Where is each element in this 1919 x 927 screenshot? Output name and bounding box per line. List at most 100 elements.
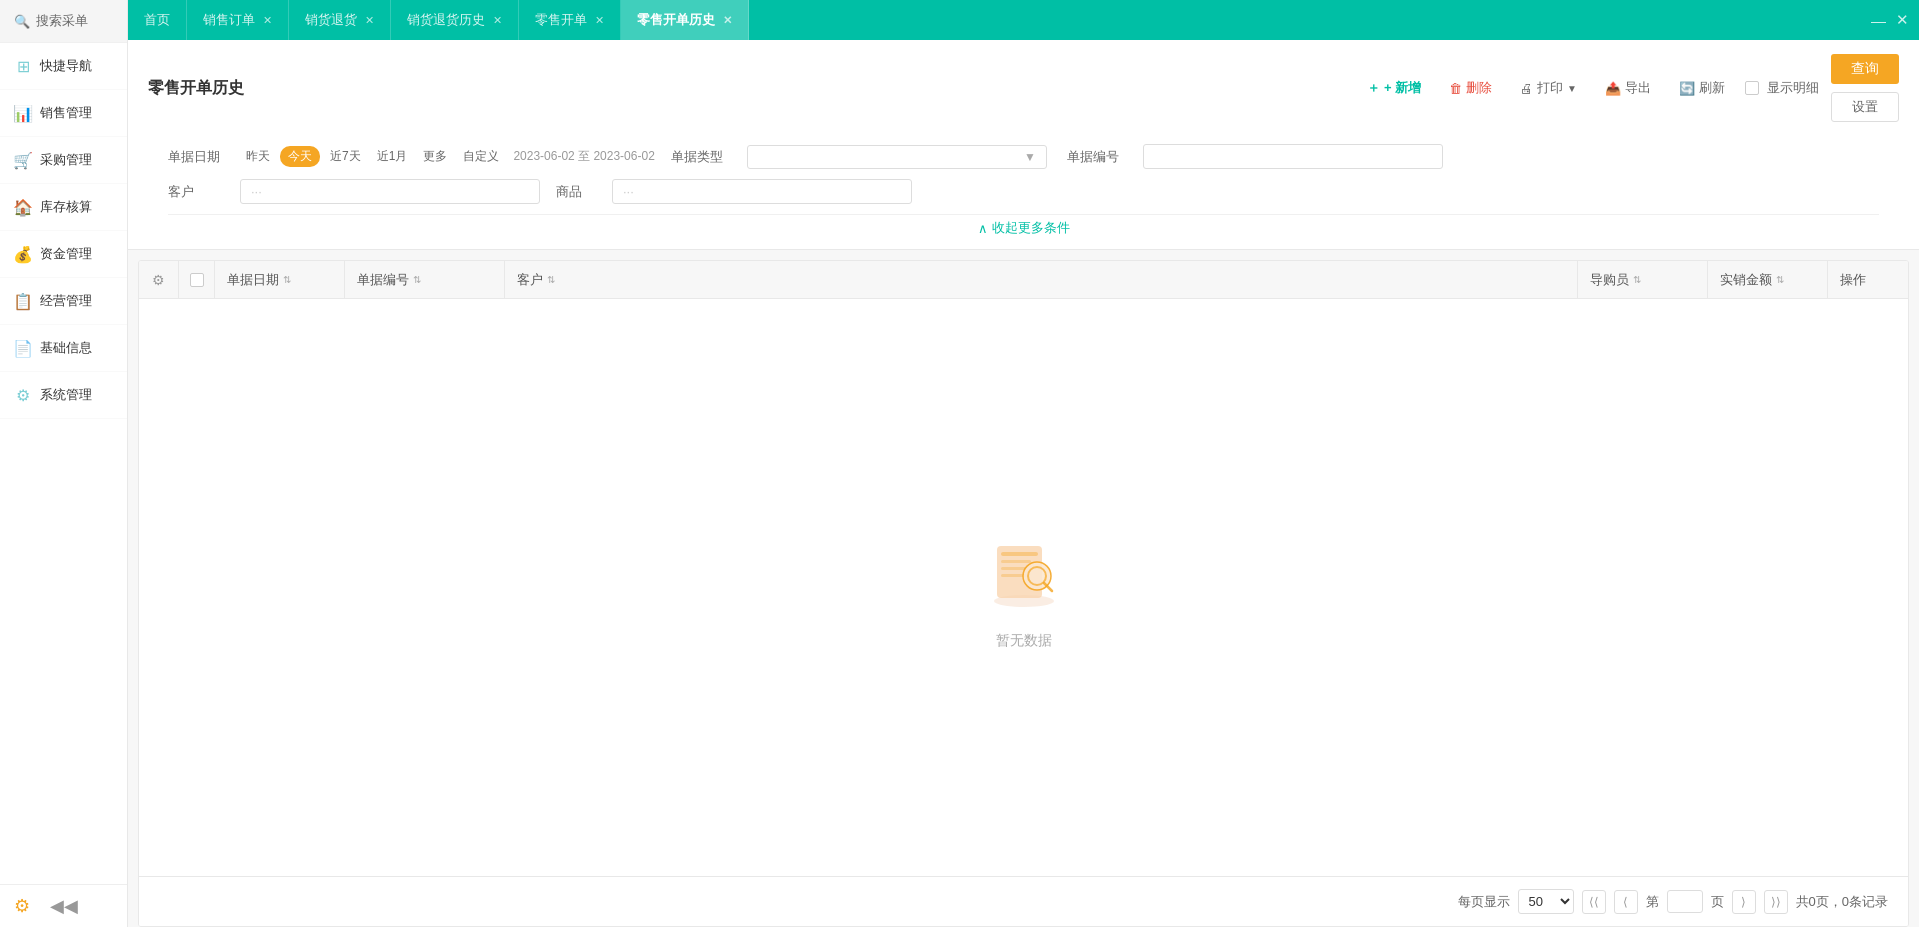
- inventory-icon: 🏠: [14, 198, 32, 216]
- date-btn-7days[interactable]: 近7天: [324, 146, 367, 167]
- delete-button[interactable]: 🗑 删除: [1441, 75, 1500, 101]
- doc-type-label: 单据类型: [671, 148, 727, 166]
- export-button[interactable]: 📤 导出: [1597, 75, 1659, 101]
- sidebar-item-inventory[interactable]: 🏠 库存核算: [0, 184, 127, 231]
- tab-sales-return-label: 销货退货: [305, 11, 357, 29]
- sidebar-item-label: 系统管理: [40, 386, 92, 404]
- toolbar-buttons: ＋ + 新增 🗑 删除 🖨 打印 ▼ 📤 导出: [1359, 54, 1899, 122]
- page-label-first: 第: [1646, 893, 1659, 911]
- base-icon: 📄: [14, 339, 32, 357]
- sidebar: 🔍 搜索采单 ⊞ 快捷导航 📊 销售管理 🛒 采购管理 🏠 库存核算 💰 资金管…: [0, 0, 128, 927]
- page-title: 零售开单历史: [148, 78, 244, 99]
- tab-sales-return-close[interactable]: ✕: [365, 14, 374, 27]
- th-num[interactable]: 单据编号 ⇅: [345, 261, 505, 298]
- sidebar-search[interactable]: 🔍 搜索采单: [0, 0, 127, 43]
- th-amount[interactable]: 实销金额 ⇅: [1708, 261, 1828, 298]
- settings-gear-icon[interactable]: ⚙: [14, 895, 30, 917]
- tab-sales-order-close[interactable]: ✕: [263, 14, 272, 27]
- print-dropdown-icon: ▼: [1567, 83, 1577, 94]
- total-info: 共0页，0条记录: [1796, 893, 1888, 911]
- print-button[interactable]: 🖨 打印 ▼: [1512, 75, 1585, 101]
- quick-nav-icon: ⊞: [14, 57, 32, 75]
- tab-retail-open-close[interactable]: ✕: [595, 14, 604, 27]
- add-button[interactable]: ＋ + 新增: [1359, 75, 1429, 101]
- show-detail-checkbox[interactable]: [1745, 81, 1759, 95]
- doc-num-input[interactable]: [1143, 144, 1443, 169]
- page-first-btn[interactable]: ⟨⟨: [1582, 890, 1606, 914]
- goods-input[interactable]: ···: [612, 179, 912, 204]
- sidebar-item-label: 库存核算: [40, 198, 92, 216]
- per-page-select[interactable]: 50 20 100: [1518, 889, 1574, 914]
- page-label: 页: [1711, 893, 1724, 911]
- sort-amount-icon: ⇅: [1776, 274, 1784, 285]
- window-minimize-icon[interactable]: —: [1871, 12, 1886, 29]
- customer-dots: ···: [251, 184, 262, 199]
- page-next-btn[interactable]: ⟩: [1732, 890, 1756, 914]
- table-area: ⚙ 单据日期 ⇅ 单据编号 ⇅ 客户 ⇅ 导购员 ⇅: [138, 260, 1909, 927]
- date-btn-today[interactable]: 今天: [280, 146, 320, 167]
- tab-retail-open-history[interactable]: 零售开单历史 ✕: [621, 0, 749, 40]
- filter-row-1: 单据日期 昨天 今天 近7天 近1月 更多 自定义 2023-06-02 至 2…: [168, 144, 1879, 169]
- pagination: 每页显示 50 20 100 ⟨⟨ ⟨ 第 1 页 ⟩ ⟩⟩ 共0页，0条记录: [139, 876, 1908, 926]
- show-detail-label: 显示明细: [1767, 79, 1819, 97]
- filter-row-2: 客户 ··· 商品 ···: [168, 179, 1879, 204]
- th-ops-label: 操作: [1840, 271, 1866, 289]
- th-date[interactable]: 单据日期 ⇅: [215, 261, 345, 298]
- column-settings-icon[interactable]: ⚙: [139, 261, 179, 298]
- filter-area: 单据日期 昨天 今天 近7天 近1月 更多 自定义 2023-06-02 至 2…: [148, 132, 1899, 249]
- empty-state: 暂无数据: [139, 299, 1908, 876]
- refresh-icon: 🔄: [1679, 81, 1695, 96]
- tab-sales-return-history[interactable]: 销货退货历史 ✕: [391, 0, 519, 40]
- doc-type-select[interactable]: ▼: [747, 145, 1047, 169]
- sidebar-item-sales-mgmt[interactable]: 📊 销售管理: [0, 90, 127, 137]
- sidebar-bottom: ⚙ ◀◀: [0, 884, 127, 927]
- tab-sales-return[interactable]: 销货退货 ✕: [289, 0, 391, 40]
- goods-dots: ···: [623, 184, 634, 199]
- svg-rect-2: [1001, 552, 1038, 556]
- sys-icon: ⚙: [14, 386, 32, 404]
- window-close-icon[interactable]: ✕: [1896, 11, 1909, 29]
- date-btn-more[interactable]: 更多: [417, 146, 453, 167]
- refresh-button[interactable]: 🔄 刷新: [1671, 75, 1733, 101]
- customer-input[interactable]: ···: [240, 179, 540, 204]
- tab-sales-return-history-close[interactable]: ✕: [493, 14, 502, 27]
- tab-home[interactable]: 首页: [128, 0, 187, 40]
- date-btn-yesterday[interactable]: 昨天: [240, 146, 276, 167]
- query-button[interactable]: 查询: [1831, 54, 1899, 84]
- settings-button[interactable]: 设置: [1831, 92, 1899, 122]
- sidebar-item-purchase-mgmt[interactable]: 🛒 采购管理: [0, 137, 127, 184]
- page-last-btn[interactable]: ⟩⟩: [1764, 890, 1788, 914]
- sidebar-item-quick-nav[interactable]: ⊞ 快捷导航: [0, 43, 127, 90]
- sidebar-item-sys-mgmt[interactable]: ⚙ 系统管理: [0, 372, 127, 419]
- tab-sales-return-history-label: 销货退货历史: [407, 11, 485, 29]
- header-checkbox[interactable]: [190, 273, 204, 287]
- doc-num-label: 单据编号: [1067, 148, 1123, 166]
- th-amount-label: 实销金额: [1720, 271, 1772, 289]
- page-prev-btn[interactable]: ⟨: [1614, 890, 1638, 914]
- th-guide-label: 导购员: [1590, 271, 1629, 289]
- th-customer[interactable]: 客户 ⇅: [505, 261, 1578, 298]
- tab-retail-open-history-close[interactable]: ✕: [723, 14, 732, 27]
- th-num-label: 单据编号: [357, 271, 409, 289]
- date-btn-custom[interactable]: 自定义: [457, 146, 505, 167]
- sidebar-item-finance[interactable]: 💰 资金管理: [0, 231, 127, 278]
- svg-rect-3: [1001, 560, 1031, 563]
- collapse-button[interactable]: ∧ 收起更多条件: [168, 214, 1879, 241]
- sidebar-search-label: 搜索采单: [36, 12, 88, 30]
- sort-guide-icon: ⇅: [1633, 274, 1641, 285]
- th-guide[interactable]: 导购员 ⇅: [1578, 261, 1708, 298]
- main-area: 首页 销售订单 ✕ 销货退货 ✕ 销货退货历史 ✕ 零售开单 ✕ 零售开单历史 …: [128, 0, 1919, 927]
- page-current-input[interactable]: 1: [1667, 890, 1703, 913]
- tab-retail-open[interactable]: 零售开单 ✕: [519, 0, 621, 40]
- purchase-icon: 🛒: [14, 151, 32, 169]
- th-ops: 操作: [1828, 261, 1908, 298]
- collapse-sidebar-icon[interactable]: ◀◀: [50, 895, 78, 917]
- select-all-checkbox[interactable]: [179, 261, 215, 298]
- sidebar-item-business[interactable]: 📋 经营管理: [0, 278, 127, 325]
- export-label: 导出: [1625, 79, 1651, 97]
- tab-sales-order[interactable]: 销售订单 ✕: [187, 0, 289, 40]
- sidebar-item-base-info[interactable]: 📄 基础信息: [0, 325, 127, 372]
- collapse-up-icon: ∧: [978, 221, 988, 236]
- date-btn-1month[interactable]: 近1月: [371, 146, 414, 167]
- page-header: 零售开单历史 ＋ + 新增 🗑 删除 🖨 打印 ▼: [128, 40, 1919, 250]
